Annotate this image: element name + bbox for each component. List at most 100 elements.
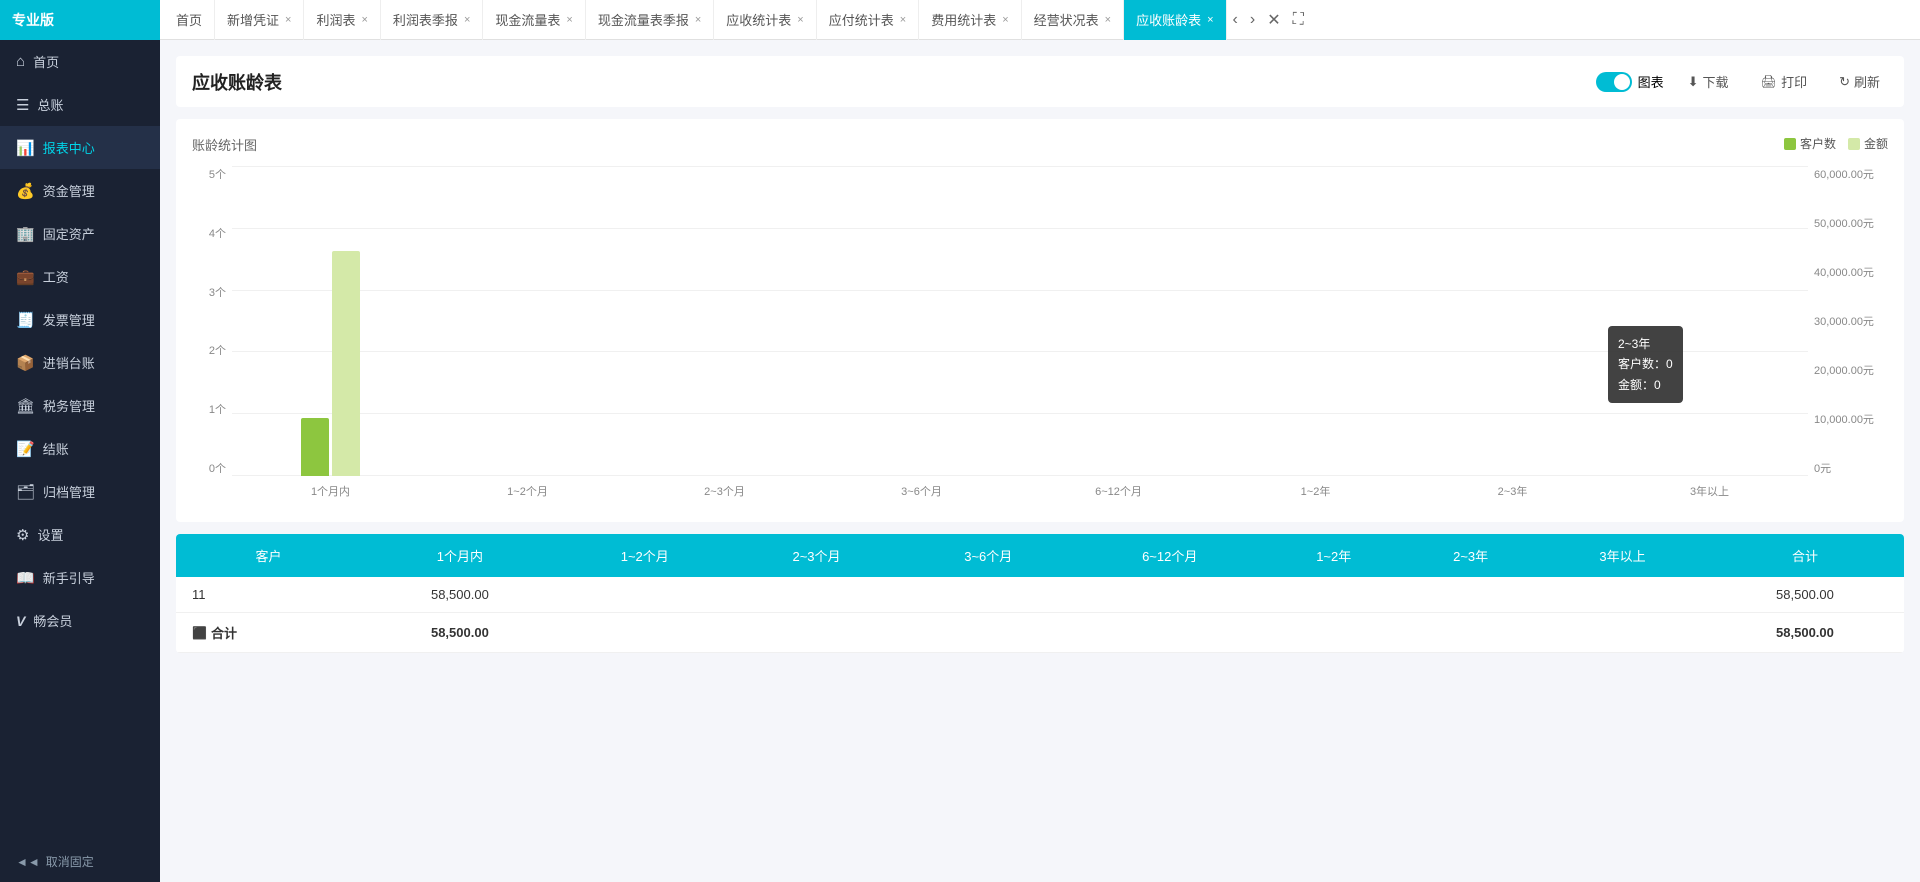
sidebar-label-archive: 归档管理 [43,482,95,501]
sidebar-item-tax[interactable]: 🏛 税务管理 [0,384,160,427]
tab-ar-stat[interactable]: 应收统计表 × [714,0,816,40]
tab-ar-aging-close[interactable]: × [1207,14,1213,26]
assets-icon: 🏢 [16,225,35,243]
bar-amount-0 [332,251,360,476]
data-table: 客户 1个月内 1~2个月 2~3个月 3~6个月 6~12个月 1~2年 2~… [176,534,1904,653]
x-label-3: 3~6个月 [823,483,1020,499]
legend-amount-label: 金额 [1864,135,1888,152]
pin-icon: ◄◄ [16,855,40,869]
sidebar-label-ledger: 总账 [37,95,63,114]
y-axis-right: 60,000.00元 50,000.00元 40,000.00元 30,000.… [1808,166,1888,506]
col-year23: 2~3年 [1402,534,1539,577]
legend-customer-dot [1784,138,1796,150]
chart-area: 5个 4个 3个 2个 1个 0个 [192,166,1888,506]
refresh-button[interactable]: ↻ 刷新 [1831,68,1888,95]
sidebar-pin-toggle[interactable]: ◄◄ 取消固定 [0,841,160,882]
tab-close-all[interactable]: ✕ [1261,0,1286,40]
table-total-row: ⬛ 合计 58,500.00 58,500.00 [176,613,1904,653]
sidebar-item-report[interactable]: 📊 报表中心 [0,126,160,169]
report-icon: 📊 [16,139,35,157]
tab-cashflow-q-close[interactable]: × [695,14,701,26]
tab-profit-q-label: 利润表季报 [393,10,458,29]
main-area: 首页 新增凭证 × 利润表 × 利润表季报 × 现金流量表 × 现金流量表季报 … [160,0,1920,882]
sidebar-item-invoice[interactable]: 🧾 发票管理 [0,298,160,341]
sidebar-item-salary[interactable]: 💼 工资 [0,255,160,298]
x-label-4: 6~12个月 [1020,483,1217,499]
print-button[interactable]: 🖨 打印 [1753,68,1816,95]
tab-bar: 首页 新增凭证 × 利润表 × 利润表季报 × 现金流量表 × 现金流量表季报 … [160,0,1920,40]
sidebar-label-invoice: 发票管理 [43,310,95,329]
y-right-10k: 10,000.00元 [1814,411,1874,427]
tab-profit[interactable]: 利润表 × [304,0,380,40]
content-area: 应收账龄表 图表 ⬇ 下载 🖨 打印 ↻ 刷新 [160,40,1920,882]
total-label-text: 合计 [211,623,237,642]
tab-voucher[interactable]: 新增凭证 × [215,0,304,40]
tab-expense[interactable]: 费用统计表 × [919,0,1021,40]
y-right-20k: 20,000.00元 [1814,362,1874,378]
sidebar-item-purchase[interactable]: 📦 进销台账 [0,341,160,384]
app-logo: 专业版 [0,0,160,40]
refresh-icon: ↻ [1839,74,1850,90]
col-customer: 客户 [176,534,361,577]
tab-scroll-left[interactable]: ‹ [1227,0,1244,40]
tab-scroll-right[interactable]: › [1244,0,1261,40]
sidebar-item-guide[interactable]: 📖 新手引导 [0,556,160,599]
page-header: 应收账龄表 图表 ⬇ 下载 🖨 打印 ↻ 刷新 [176,56,1904,107]
col-month612: 6~12个月 [1074,534,1265,577]
tab-biz[interactable]: 经营状况表 × [1022,0,1124,40]
tab-ar-stat-close[interactable]: × [797,14,803,26]
tab-profit-close[interactable]: × [361,14,367,26]
legend-amount-dot [1848,138,1860,150]
total-month1: 58,500.00 [361,613,559,653]
tab-profit-q[interactable]: 利润表季报 × [381,0,483,40]
tab-profit-q-close[interactable]: × [464,14,470,26]
tab-expense-close[interactable]: × [1002,14,1008,26]
download-button[interactable]: ⬇ 下载 [1680,68,1737,95]
tab-cashflow[interactable]: 现金流量表 × [483,0,585,40]
tab-cashflow-q[interactable]: 现金流量表季报 × [586,0,714,40]
sidebar-item-finance[interactable]: 💰 资金管理 [0,169,160,212]
tax-icon: 🏛 [16,397,35,415]
vip-icon: V [16,613,25,629]
total-icon: ⬛ [192,626,207,640]
total-month612 [1074,613,1265,653]
cell-month23 [731,577,903,613]
y-right-60k: 60,000.00元 [1814,166,1874,182]
tab-ap-stat-close[interactable]: × [900,14,906,26]
tab-ap-stat[interactable]: 应付统计表 × [817,0,919,40]
tab-biz-close[interactable]: × [1105,14,1111,26]
sidebar: 专业版 ⌂ 首页 ☰ 总账 📊 报表中心 💰 资金管理 🏢 固定资产 💼 工资 … [0,0,160,882]
y-right-0: 0元 [1814,460,1831,476]
cell-customer: 11 [176,577,361,613]
tab-home[interactable]: 首页 [164,0,215,40]
x-label-7: 3年以上 [1611,483,1808,499]
tab-ar-aging-label: 应收账龄表 [1136,10,1201,29]
tab-profit-label: 利润表 [316,10,355,29]
sidebar-item-assets[interactable]: 🏢 固定资产 [0,212,160,255]
toggle-track[interactable] [1596,72,1632,92]
sidebar-item-home[interactable]: ⌂ 首页 [0,40,160,83]
cell-year12 [1265,577,1402,613]
col-month36: 3~6个月 [902,534,1074,577]
toggle-thumb [1614,74,1630,90]
tab-biz-label: 经营状况表 [1034,10,1099,29]
tab-expand[interactable]: ⛶ [1287,0,1310,40]
chart-inner: 2~3年 客户数：0 金额：0 1个月内 1~2个月 2~3个月 3~6个月 6… [232,166,1808,506]
tab-voucher-close[interactable]: × [285,14,291,26]
y-right-50k: 50,000.00元 [1814,215,1874,231]
cell-total: 58,500.00 [1706,577,1904,613]
tab-cashflow-close[interactable]: × [566,14,572,26]
print-label: 打印 [1781,72,1807,91]
sidebar-item-settings[interactable]: ⚙ 设置 [0,513,160,556]
cell-month1: 58,500.00 [361,577,559,613]
sidebar-item-ledger[interactable]: ☰ 总账 [0,83,160,126]
sidebar-item-vip[interactable]: V 畅会员 [0,599,160,642]
bars-row [232,166,1808,476]
sidebar-item-close[interactable]: 📝 结账 [0,427,160,470]
total-month23 [731,613,903,653]
chart-toggle[interactable]: 图表 [1596,72,1664,92]
sidebar-label-report: 报表中心 [43,138,95,157]
home-icon: ⌂ [16,53,25,70]
tab-ar-aging[interactable]: 应收账龄表 × [1124,0,1226,40]
sidebar-item-archive[interactable]: 🗂 归档管理 [0,470,160,513]
